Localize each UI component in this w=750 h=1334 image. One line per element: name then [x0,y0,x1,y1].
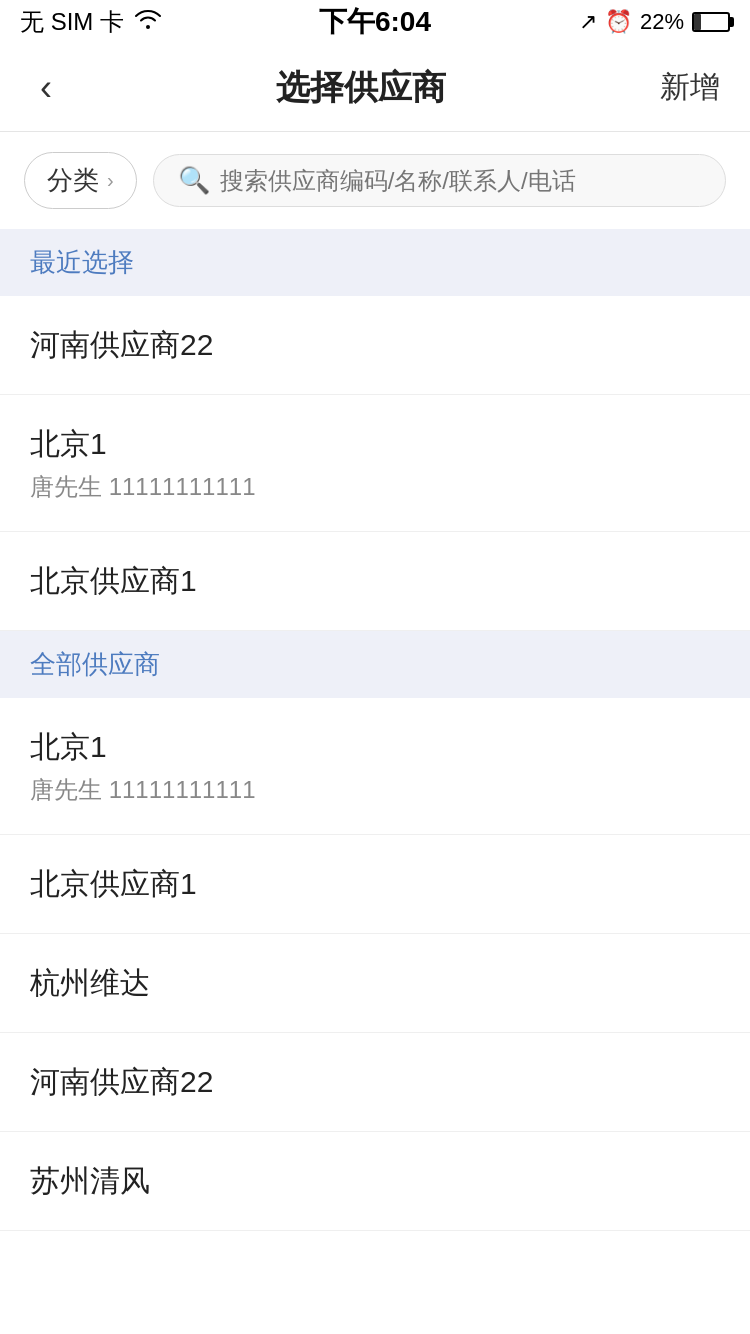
carrier-text: 无 SIM 卡 [20,6,124,38]
item-name: 北京1 [30,423,720,465]
location-icon: ↗ [579,9,597,35]
list-item[interactable]: 杭州维达 [0,934,750,1033]
list-item[interactable]: 河南供应商22 [0,1033,750,1132]
list-item[interactable]: 苏州清风 [0,1132,750,1231]
recent-section-title: 最近选择 [30,247,134,277]
all-items-list: 北京1 唐先生 11111111111 北京供应商1 杭州维达河南供应商22 苏州清风 [0,698,750,1231]
status-right: ↗ ⏰ 22% [579,9,730,35]
alarm-icon: ⏰ [605,9,632,35]
item-name: 河南供应商22 [30,324,720,366]
recent-section-header: 最近选择 [0,229,750,296]
battery-text: 22% [640,9,684,35]
item-sub: 唐先生 11111111111 [30,471,720,503]
list-item[interactable]: 北京1 唐先生 11111111111 [0,698,750,835]
back-button[interactable]: ‹ [30,57,62,119]
status-bar: 无 SIM 卡 下午6:04 ↗ ⏰ 22% [0,0,750,44]
filter-bar: 分类 › 🔍 [0,132,750,229]
search-input[interactable] [220,167,701,195]
list-item[interactable]: 北京供应商1 [0,532,750,631]
all-section-header: 全部供应商 [0,631,750,698]
item-name: 杭州维达 [30,962,720,1004]
status-time: 下午6:04 [319,3,431,41]
wifi-icon [134,8,162,36]
item-name: 北京1 [30,726,720,768]
search-box[interactable]: 🔍 [153,154,726,207]
item-name: 北京供应商1 [30,863,720,905]
list-item[interactable]: 河南供应商22 [0,296,750,395]
search-icon: 🔍 [178,165,210,196]
item-sub: 唐先生 11111111111 [30,774,720,806]
add-button[interactable]: 新增 [660,67,720,108]
battery-icon [692,12,730,32]
page-title: 选择供应商 [276,65,446,111]
all-section-title: 全部供应商 [30,649,160,679]
category-filter[interactable]: 分类 › [24,152,137,209]
list-item[interactable]: 北京供应商1 [0,835,750,934]
recent-items-list: 河南供应商22 北京1 唐先生 11111111111 北京供应商1 [0,296,750,631]
list-item[interactable]: 北京1 唐先生 11111111111 [0,395,750,532]
item-name: 河南供应商22 [30,1061,720,1103]
nav-bar: ‹ 选择供应商 新增 [0,44,750,132]
chevron-right-icon: › [107,169,114,192]
category-label: 分类 [47,163,99,198]
item-name: 北京供应商1 [30,560,720,602]
status-left: 无 SIM 卡 [20,6,162,38]
item-name: 苏州清风 [30,1160,720,1202]
